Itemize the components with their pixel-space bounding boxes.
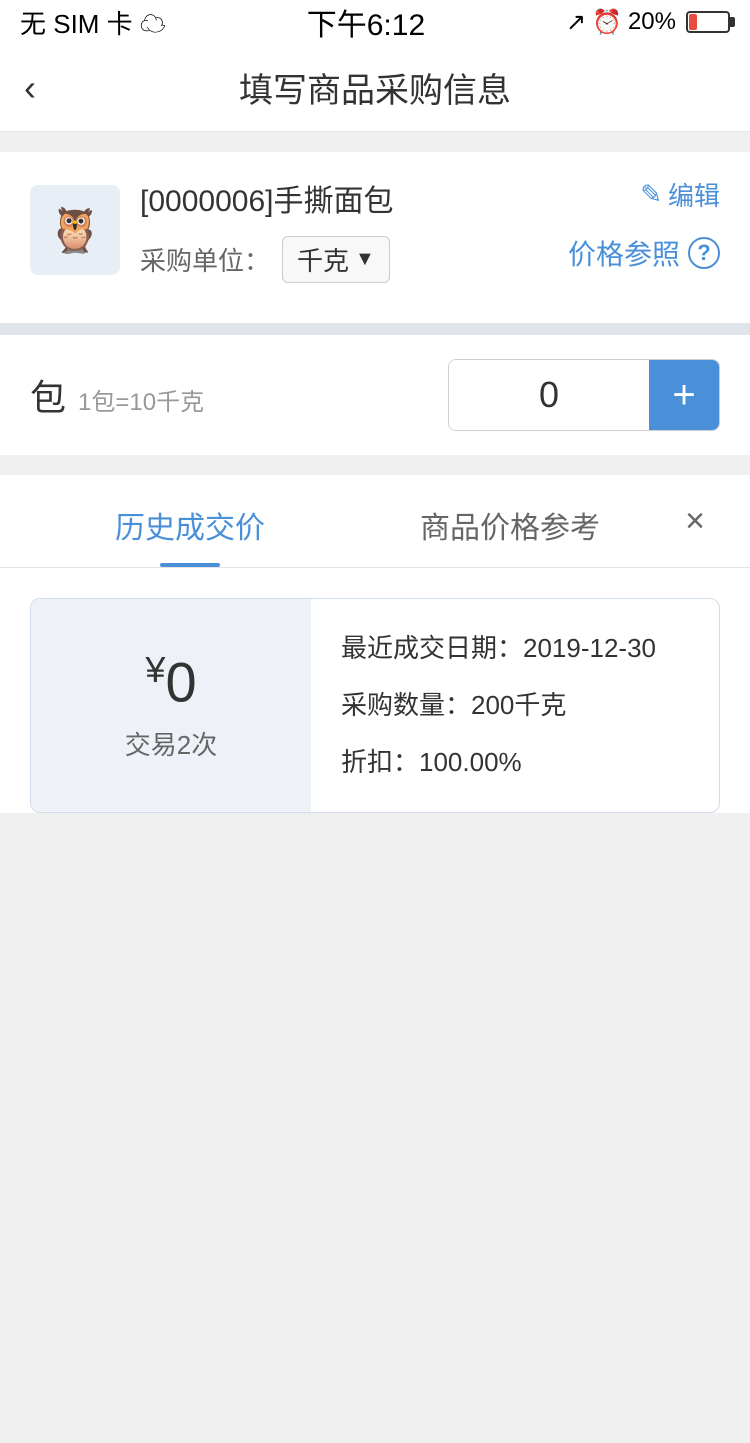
battery-pct: 20%	[628, 8, 676, 36]
nav-bar: ‹ 填写商品采购信息	[0, 44, 750, 132]
tab-price-ref-label: 商品价格参考	[420, 512, 600, 545]
price-trades-count: 交易2次	[125, 725, 217, 762]
unit-selector[interactable]: 千克 ▼	[282, 236, 390, 283]
help-icon: ?	[688, 237, 720, 269]
bottom-space	[0, 843, 750, 1443]
price-qty-label: 采购数量：	[341, 690, 471, 720]
price-qty-row: 采购数量：200千克	[341, 686, 689, 725]
edit-icon: ✎	[640, 179, 662, 210]
price-ref-button[interactable]: 价格参照 ?	[568, 233, 720, 273]
price-amount-display: ¥0	[145, 649, 196, 715]
status-bar: 无 SIM 卡 ☁ 下午6:12 ↗ ⏰ 20%	[0, 0, 750, 44]
price-discount-value: 100.00%	[419, 747, 522, 777]
status-left: 无 SIM 卡 ☁	[20, 4, 166, 41]
price-qty-value: 200千克	[471, 690, 566, 720]
product-card: 🦉 [0000006]手撕面包 采购单位： 千克 ▼ ✎ 编辑 价格参照	[0, 152, 750, 323]
page-title: 填写商品采购信息	[239, 63, 511, 112]
unit-caret-icon: ▼	[355, 248, 375, 271]
unit-value: 千克	[297, 241, 349, 278]
edit-button[interactable]: ✎ 编辑	[640, 176, 720, 213]
section-divider	[0, 323, 750, 335]
quantity-label: 包 1包=10千克	[30, 369, 204, 421]
tab-history-price[interactable]: 历史成交价	[30, 475, 350, 567]
price-ref-label: 价格参照	[568, 233, 680, 273]
price-card-left: ¥0 交易2次	[31, 599, 311, 812]
quantity-unit-sub: 1包=10千克	[78, 382, 204, 417]
price-card: ¥0 交易2次 最近成交日期：2019-12-30 采购数量：200千克 折扣：…	[30, 598, 720, 813]
quantity-unit-main: 包	[30, 369, 66, 421]
price-discount-label: 折扣：	[341, 747, 419, 777]
location-icon: ↗	[566, 8, 586, 37]
panel-close-button[interactable]: ×	[670, 496, 720, 546]
signal-text: 无 SIM 卡 ☁	[20, 4, 166, 41]
product-unit-row: 采购单位： 千克 ▼	[140, 236, 393, 283]
status-time: 下午6:12	[307, 0, 425, 44]
price-date-row: 最近成交日期：2019-12-30	[341, 629, 689, 668]
product-name: [0000006]手撕面包	[140, 176, 393, 220]
edit-label: 编辑	[668, 176, 720, 213]
back-button[interactable]: ‹	[24, 67, 36, 109]
tab-history-label: 历史成交价	[115, 512, 265, 545]
alarm-icon: ⏰	[592, 8, 622, 37]
price-discount-row: 折扣：100.00%	[341, 743, 689, 782]
price-date-value: 2019-12-30	[523, 633, 656, 663]
quantity-controls: +	[448, 359, 720, 431]
product-right: ✎ 编辑 价格参照 ?	[568, 176, 720, 273]
product-info: [0000006]手撕面包 采购单位： 千克 ▼	[140, 176, 393, 283]
price-date-label: 最近成交日期：	[341, 633, 523, 663]
product-thumbnail: 🦉	[30, 185, 120, 275]
status-right: ↗ ⏰ 20%	[566, 8, 730, 37]
quantity-increment-button[interactable]: +	[649, 360, 719, 430]
quantity-input[interactable]	[449, 360, 649, 430]
panel-section: 历史成交价 商品价格参考 × ¥0 交易2次 最近成交日期：2019-12-30…	[0, 475, 750, 813]
currency-symbol: ¥	[145, 649, 165, 690]
price-value: 0	[165, 651, 196, 714]
tabs-row: 历史成交价 商品价格参考 ×	[0, 475, 750, 568]
tab-price-reference[interactable]: 商品价格参考	[350, 475, 670, 567]
battery-icon	[686, 11, 730, 33]
quantity-row: 包 1包=10千克 +	[0, 335, 750, 455]
price-card-right: 最近成交日期：2019-12-30 采购数量：200千克 折扣：100.00%	[311, 599, 719, 812]
unit-label: 采购单位：	[140, 241, 270, 278]
product-icon: 🦉	[48, 204, 103, 256]
